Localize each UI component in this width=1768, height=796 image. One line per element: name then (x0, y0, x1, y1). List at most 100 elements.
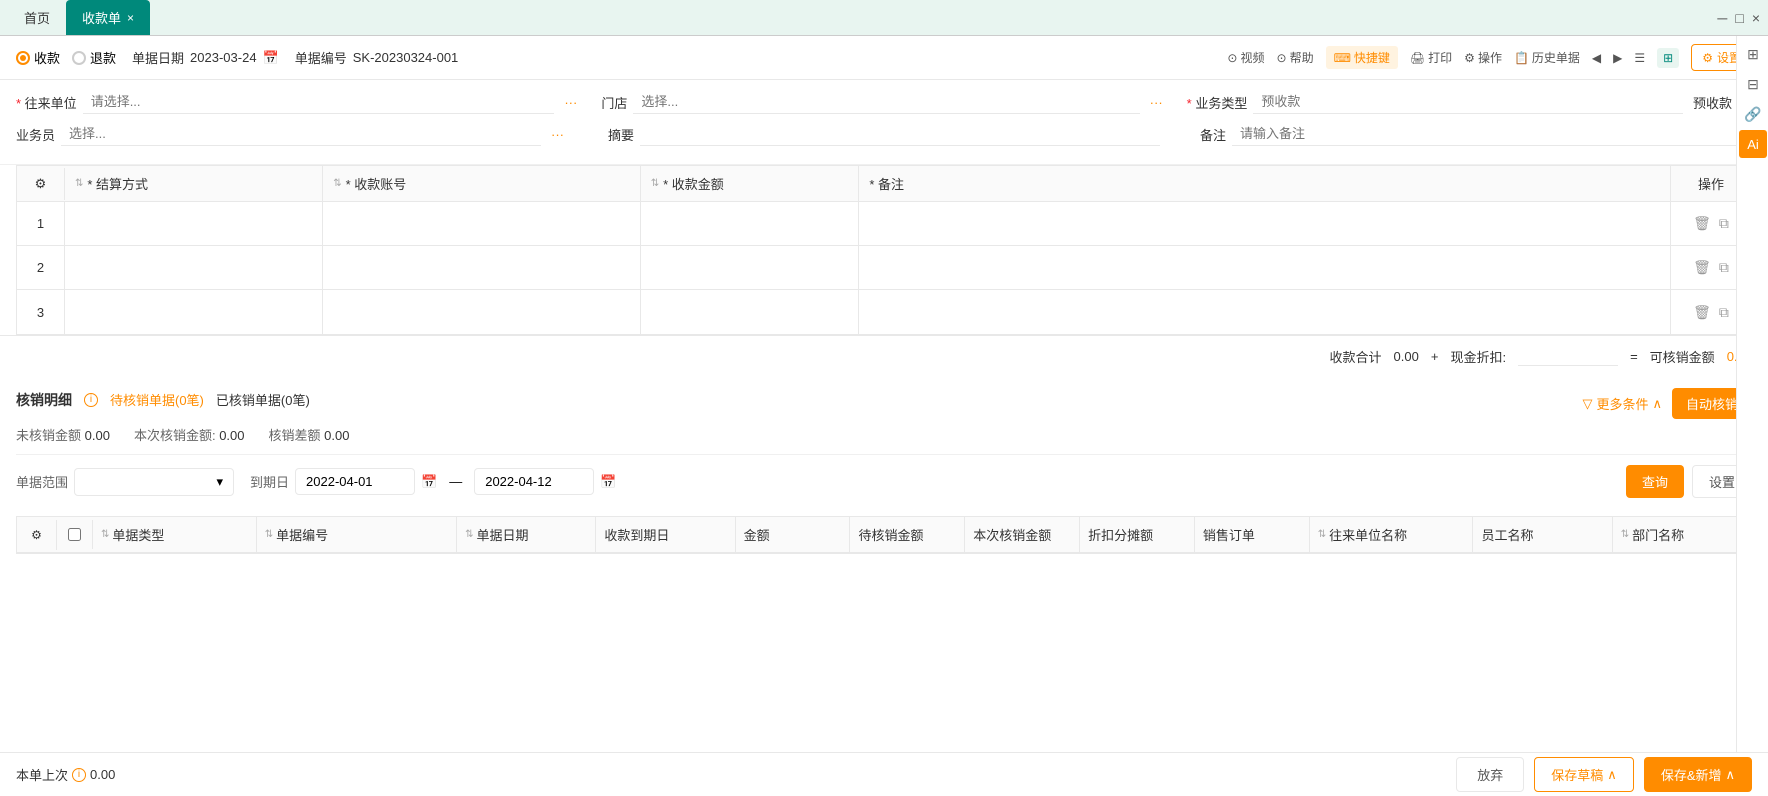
lth-settings[interactable]: ⚙ (17, 520, 57, 550)
video-btn[interactable]: ⊙ 视频 (1227, 49, 1264, 66)
table-row: 2 🗑 ⧉ (17, 246, 1751, 290)
row2-copy-icon[interactable]: ⧉ (1719, 259, 1729, 276)
maximize-icon[interactable]: □ (1735, 10, 1743, 26)
list-view-icon[interactable]: ☰ (1634, 51, 1645, 65)
range-label: 单据范围 (16, 472, 68, 491)
select-all-checkbox[interactable] (68, 528, 81, 541)
row2-amount[interactable] (641, 246, 860, 289)
date-label: 单据日期 (132, 48, 184, 67)
tab-active[interactable]: 收款单 × (66, 0, 150, 35)
grid-view-icon[interactable]: ⊞ (1657, 48, 1679, 68)
business-type-value-display: 预收款 (1693, 93, 1732, 112)
row3-remark[interactable] (859, 290, 1671, 334)
nav-right-icon[interactable]: ▶ (1613, 51, 1622, 65)
lth-checkbox (57, 520, 93, 549)
lth-duedate: 收款到期日 (596, 517, 735, 552)
main-content: 收款 退款 单据日期 2023-03-24 📅 单据编号 SK-20230324… (0, 36, 1768, 796)
form-row-2: 业务员 ··· 摘要 备注 (16, 122, 1752, 146)
staff-input[interactable] (61, 122, 541, 146)
receipt-table: ⚙ ⇅ * 结算方式 ⇅ * 收款账号 ⇅ * 收款金额 * 备注 操作 1 (16, 165, 1752, 335)
remark-label: 备注 (1200, 125, 1226, 144)
sidebar-list-icon[interactable]: ⊟ (1739, 70, 1767, 98)
total-value: 0.00 (1394, 349, 1419, 364)
date-to-cal-icon[interactable]: 📅 (600, 474, 616, 490)
operate-btn[interactable]: ⚙ 操作 (1464, 49, 1502, 66)
bottom-left: 本单上次 i 0.00 (16, 765, 115, 784)
row1-delete-icon[interactable]: 🗑 (1693, 215, 1711, 232)
row1-account[interactable] (323, 202, 641, 245)
store-more-btn[interactable]: ··· (1146, 95, 1167, 110)
history-btn[interactable]: 📋 历史单据 (1514, 49, 1580, 66)
radio-shoukuan-label: 收款 (34, 48, 60, 67)
unverified-stat: 未核销金额 0.00 (16, 425, 110, 444)
row3-account[interactable] (323, 290, 641, 334)
row1-remark[interactable] (859, 202, 1671, 245)
summary-input[interactable] (640, 122, 1160, 146)
radio-tuikuan-dot (72, 51, 86, 65)
row3-copy-icon[interactable]: ⧉ (1719, 304, 1729, 321)
verify-pending-tab[interactable]: 待核销单据(0笔) (110, 390, 204, 409)
lth-order: 销售订单 (1195, 517, 1310, 552)
close-window-icon[interactable]: × (1752, 10, 1760, 26)
row1-amount[interactable] (641, 202, 860, 245)
query-button[interactable]: 查询 (1626, 465, 1684, 498)
business-type-label: 业务类型 (1187, 93, 1248, 112)
form-section: 往来单位 ··· 门店 ··· 业务类型 预收款 ▾ 业务员 ··· (0, 80, 1768, 165)
save-draft-button[interactable]: 保存草稿 ∧ (1534, 757, 1634, 792)
verify-done-tab[interactable]: 已核销单据(0笔) (216, 390, 310, 409)
row3-amount[interactable] (641, 290, 860, 334)
lth-dept: ⇅ 部门名称 (1613, 517, 1751, 552)
abandon-button[interactable]: 放弃 (1456, 757, 1524, 792)
date-calendar-icon[interactable]: 📅 (263, 50, 279, 66)
sidebar-ai-icon[interactable]: Ai (1739, 130, 1767, 158)
ben-dan-label: 本单上次 (16, 765, 68, 784)
shortcut-btn[interactable]: ⌨ 快捷键 (1326, 46, 1398, 69)
range-select[interactable]: ▾ (74, 468, 234, 496)
summary-row: 收款合计 0.00 + 现金折扣: = 可核销金额 0.00 (0, 335, 1768, 376)
save-chevron-icon: ∧ (1725, 767, 1735, 783)
tab-close-icon[interactable]: × (127, 11, 134, 25)
date-from-input[interactable] (295, 468, 415, 495)
radio-shoukuan[interactable]: 收款 (16, 48, 60, 67)
lth-type: ⇅ 单据类型 (93, 517, 257, 552)
date-from-cal-icon[interactable]: 📅 (421, 474, 437, 490)
lth-num: ⇅ 单据编号 (257, 517, 457, 552)
verify-info-icon[interactable]: i (84, 393, 98, 407)
radio-tuikuan[interactable]: 退款 (72, 48, 116, 67)
minimize-icon[interactable]: ─ (1717, 10, 1727, 26)
row2-account[interactable] (323, 246, 641, 289)
row3-settlement[interactable] (65, 290, 323, 334)
thistime-value: 0.00 (219, 428, 244, 443)
print-btn[interactable]: 🖨 打印 (1410, 49, 1452, 66)
summary-label: 摘要 (608, 125, 634, 144)
row2-remark[interactable] (859, 246, 1671, 289)
lth-staff: 员工名称 (1473, 517, 1612, 552)
row1-settlement[interactable] (65, 202, 323, 245)
row3-delete-icon[interactable]: 🗑 (1693, 304, 1711, 321)
row1-copy-icon[interactable]: ⧉ (1719, 215, 1729, 232)
toolbar-date-section: 单据日期 2023-03-24 📅 (132, 48, 279, 67)
store-input[interactable] (633, 90, 1139, 114)
row2-settlement[interactable] (65, 246, 323, 289)
from-unit-input[interactable] (83, 90, 555, 114)
number-value: SK-20230324-001 (353, 50, 459, 65)
lower-table-header: ⚙ ⇅ 单据类型 ⇅ 单据编号 ⇅ 单据日期 收款到期日 (17, 517, 1751, 553)
help-btn[interactable]: ⊙ 帮助 (1277, 49, 1314, 66)
row2-delete-icon[interactable]: 🗑 (1693, 259, 1711, 276)
tab-home[interactable]: 首页 (8, 0, 66, 35)
business-type-input[interactable] (1253, 90, 1683, 114)
from-unit-more-btn[interactable]: ··· (560, 95, 581, 110)
from-unit-label: 往来单位 (16, 93, 77, 112)
nav-left-icon[interactable]: ◀ (1592, 51, 1601, 65)
ben-dan-info-icon[interactable]: i (72, 768, 86, 782)
date-to-input[interactable] (474, 468, 594, 495)
remark-input[interactable] (1232, 122, 1752, 146)
th-settings[interactable]: ⚙ (17, 168, 65, 200)
save-new-button[interactable]: 保存&新增 ∧ (1644, 757, 1752, 792)
staff-more-btn[interactable]: ··· (547, 127, 568, 142)
row3-num: 3 (17, 290, 65, 334)
sidebar-link-icon[interactable]: 🔗 (1739, 100, 1767, 128)
more-conditions-btn[interactable]: ▽ 更多条件 ∧ (1582, 394, 1662, 413)
discount-input[interactable] (1518, 346, 1618, 366)
sidebar-table-icon[interactable]: ⊞ (1739, 40, 1767, 68)
